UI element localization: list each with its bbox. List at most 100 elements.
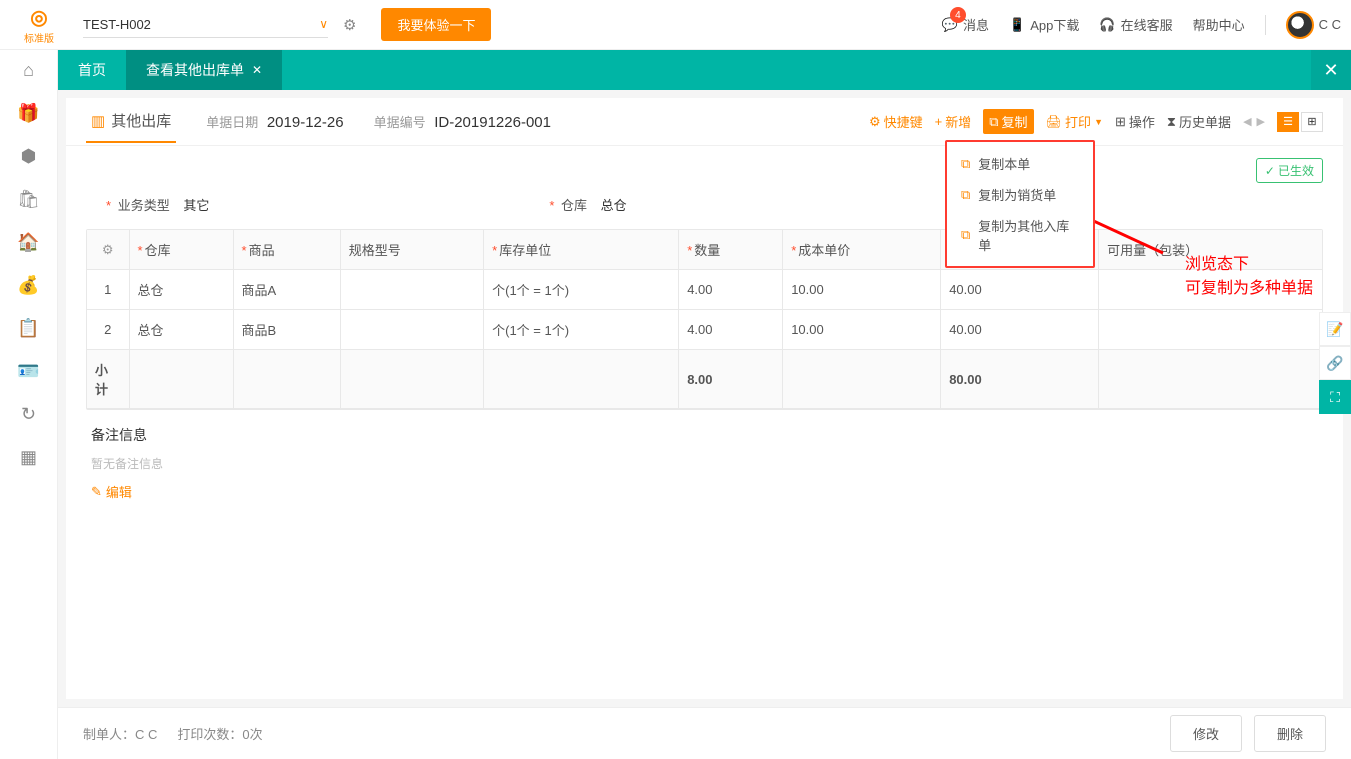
doc-no-label: 单据编号 [374, 115, 426, 130]
nav-home-icon[interactable]: ⌂ [23, 60, 34, 81]
right-toolbar: 📝 🔗 ⛶ [1319, 312, 1351, 414]
pager-prev[interactable]: ◀ [1243, 115, 1251, 128]
row-index: 1 [87, 270, 129, 310]
status-text: 已生效 [1278, 162, 1314, 179]
tab-close-icon[interactable]: ✕ [252, 63, 262, 77]
status-badge: ✓ 已生效 [1256, 158, 1323, 183]
col-warehouse: *仓库 [129, 230, 233, 270]
help-link[interactable]: 帮助中心 [1193, 15, 1245, 34]
shortcut-action[interactable]: ⚙ 快捷键 [869, 112, 923, 131]
required-star: * [549, 198, 554, 213]
footer-actions: 修改 删除 [1170, 715, 1326, 752]
org-selector[interactable]: TEST-H002 ∨ [83, 12, 328, 38]
dropdown-copy-sales[interactable]: ⧉ 复制为销货单 [947, 179, 1093, 210]
table-header-row: ⚙ *仓库 *商品 规格型号 *库存单位 *数量 *成本单价 *成本金额 可用量… [87, 230, 1322, 270]
cell-available [1099, 310, 1322, 350]
top-header: ◎ 标准版 TEST-H002 ∨ ⚙ 我要体验一下 💬 4 消息 📱 App下… [0, 0, 1351, 50]
delete-button[interactable]: 删除 [1254, 715, 1326, 752]
doc-header: ▥ 其他出库 单据日期 2019-12-26 单据编号 ID-20191226-… [66, 98, 1343, 146]
print-count-info: 打印次数：0次 [177, 724, 262, 743]
content-card: ▥ 其他出库 单据日期 2019-12-26 单据编号 ID-20191226-… [66, 98, 1343, 699]
history-action[interactable]: ⧗ 历史单据 [1167, 112, 1231, 131]
main-area: 首页 查看其他出库单 ✕ ✕ ▥ 其他出库 单据日期 2019-12-26 [58, 50, 1351, 759]
modify-button[interactable]: 修改 [1170, 715, 1242, 752]
chevron-down-icon: ∨ [319, 17, 328, 31]
copy-action[interactable]: ⧉ 复制 [983, 109, 1033, 134]
nav-clipboard-icon[interactable]: 📋 [17, 318, 39, 339]
creator-info: 制单人：C C [83, 724, 157, 743]
try-button[interactable]: 我要体验一下 [381, 8, 491, 41]
logo-icon: ◎ [10, 5, 68, 30]
remarks-section: 备注信息 暂无备注信息 ✎ 编辑 [66, 410, 1343, 516]
print-label: 打印 [1065, 112, 1091, 131]
subtotal-qty: 8.00 [679, 350, 783, 409]
messages-link[interactable]: 💬 4 消息 [942, 15, 989, 34]
nav-new-icon[interactable]: ▦ [20, 447, 37, 468]
doc-type-tab[interactable]: ▥ 其他出库 [86, 100, 176, 143]
remarks-title: 备注信息 [91, 425, 1318, 445]
subtotal-label: 小计 [87, 350, 129, 409]
shortcut-label: 快捷键 [884, 112, 923, 131]
view-list-button[interactable]: ☰ [1277, 112, 1299, 132]
dropdown-copy-inbound[interactable]: ⧉ 复制为其他入库单 [947, 210, 1093, 260]
settings-icon[interactable]: ⚙ [343, 16, 356, 34]
left-sidebar: ⌂ 🎁 ⬢ 🛍 🏠 💰 📋 🪪 ↻ ▦ [0, 50, 58, 759]
doc-copy-icon: ⧉ [961, 156, 970, 172]
view-grid-button[interactable]: ⊞ [1301, 112, 1323, 132]
dd-item3-label: 复制为其他入库单 [978, 216, 1079, 254]
remarks-empty: 暂无备注信息 [91, 455, 1318, 472]
nav-bag-icon[interactable]: 🛍 [17, 189, 40, 210]
nav-building-icon[interactable]: 🏠 [17, 232, 39, 253]
footer: 制单人：C C 打印次数：0次 修改 删除 [58, 707, 1351, 759]
nav-refresh-icon[interactable]: ↻ [21, 404, 36, 425]
row-index: 2 [87, 310, 129, 350]
doc-actions: ⚙ 快捷键 + 新增 ⧉ 复制 🖨 打印 ▼ [869, 109, 1323, 134]
tab-bar: 首页 查看其他出库单 ✕ ✕ [58, 50, 1351, 90]
doc-copy-icon: ⧉ [961, 187, 970, 203]
warehouse-field: * 仓库 总仓 [549, 195, 626, 214]
phone-icon: 📱 [1009, 17, 1025, 33]
pager-next[interactable]: ▶ [1257, 115, 1265, 128]
chevron-down-icon: ▼ [1094, 117, 1103, 127]
link-tool[interactable]: 🔗 [1319, 346, 1351, 380]
nav-house-icon[interactable]: ⬢ [21, 146, 37, 167]
doc-number: 单据编号 ID-20191226-001 [374, 112, 551, 131]
avatar [1286, 11, 1314, 39]
dropdown-copy-self[interactable]: ⧉ 复制本单 [947, 148, 1093, 179]
col-available: 可用量（包装） [1099, 230, 1322, 270]
print-action[interactable]: 🖨 打印 ▼ [1046, 112, 1103, 131]
cell-warehouse: 总仓 [129, 310, 233, 350]
nav-gift-icon[interactable]: 🎁 [17, 103, 39, 124]
warehouse-value: 总仓 [601, 198, 627, 213]
edit-remarks-link[interactable]: ✎ 编辑 [91, 482, 132, 501]
check-icon: ✓ [1265, 164, 1275, 178]
app-label: App下载 [1030, 15, 1079, 34]
gear-column[interactable]: ⚙ [87, 230, 129, 270]
nav-money-icon[interactable]: 💰 [17, 275, 39, 296]
doc-icon: ▥ [91, 112, 105, 130]
logo-text: 标准版 [10, 30, 68, 45]
table-row[interactable]: 2 总仓 商品B 个(1个 = 1个) 4.00 10.00 40.00 [87, 310, 1322, 350]
tab-current[interactable]: 查看其他出库单 ✕ [126, 50, 282, 90]
table-row[interactable]: 1 总仓 商品A 个(1个 = 1个) 4.00 10.00 40.00 [87, 270, 1322, 310]
items-table: ⚙ *仓库 *商品 规格型号 *库存单位 *数量 *成本单价 *成本金额 可用量… [86, 229, 1323, 410]
note-tool[interactable]: 📝 [1319, 312, 1351, 346]
ops-action[interactable]: ⊞ 操作 [1115, 112, 1155, 131]
logo: ◎ 标准版 [10, 5, 68, 45]
cell-cost-price: 10.00 [783, 270, 941, 310]
copy-dropdown: ⧉ 复制本单 ⧉ 复制为销货单 ⧉ 复制为其他入库单 [945, 140, 1095, 268]
nav-card-icon[interactable]: 🪪 [17, 361, 39, 382]
user-menu[interactable]: C C [1286, 11, 1341, 39]
cell-warehouse: 总仓 [129, 270, 233, 310]
print-icon: 🖨 [1046, 114, 1063, 130]
service-link[interactable]: 🎧 在线客服 [1099, 15, 1172, 34]
app-download-link[interactable]: 📱 App下载 [1009, 15, 1079, 34]
expand-tool[interactable]: ⛶ [1319, 380, 1351, 414]
edit-label: 编辑 [106, 482, 132, 501]
add-action[interactable]: + 新增 [935, 112, 972, 131]
tab-home[interactable]: 首页 [58, 50, 126, 90]
copy-label: 复制 [1002, 112, 1028, 131]
divider [1265, 15, 1266, 35]
status-row: ✓ 已生效 [66, 146, 1343, 195]
close-panel-button[interactable]: ✕ [1311, 50, 1351, 90]
